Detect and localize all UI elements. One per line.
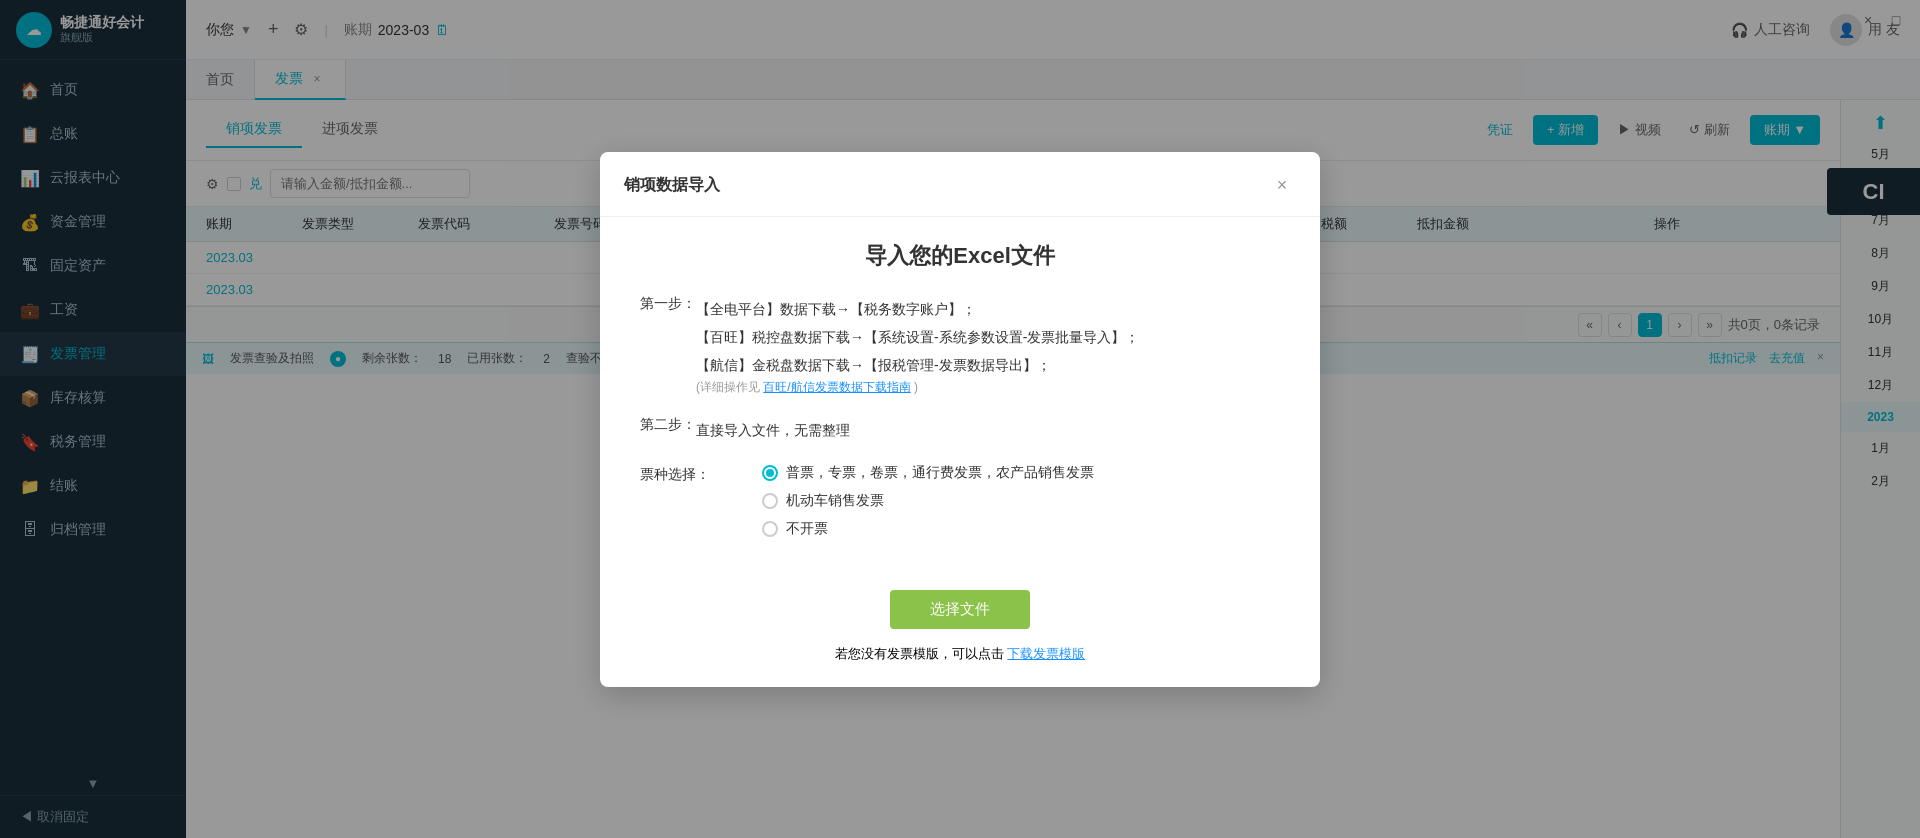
step1-hint-text: (详细操作见 xyxy=(696,380,760,394)
step1-row: 第一步： 【全电平台】数据下载→【税务数字账户】； 【百旺】税控盘数据下载→【系… xyxy=(640,295,1280,396)
modal-header: 销项数据导入 × xyxy=(600,152,1320,217)
modal-close-button[interactable]: × xyxy=(1268,172,1296,200)
step1-hint: (详细操作见 百旺/航信发票数据下载指南 ) xyxy=(696,379,1139,396)
step2-section: 第二步： 直接导入文件，无需整理 xyxy=(640,416,1280,444)
radio-none-circle xyxy=(762,521,778,537)
step1-content: 【全电平台】数据下载→【税务数字账户】； 【百旺】税控盘数据下载→【系统设置-系… xyxy=(696,295,1139,396)
modal-main-title: 导入您的Excel文件 xyxy=(640,241,1280,271)
step1-line-2: 【百旺】税控盘数据下载→【系统设置-系统参数设置-发票批量导入】； xyxy=(696,323,1139,351)
ticket-option-common[interactable]: 普票，专票，卷票，通行费发票，农产品销售发票 xyxy=(762,464,1280,482)
step1-section: 第一步： 【全电平台】数据下载→【税务数字账户】； 【百旺】税控盘数据下载→【系… xyxy=(640,295,1280,396)
import-modal: 销项数据导入 × 导入您的Excel文件 第一步： 【全电平台】数据下载→【税务… xyxy=(600,152,1320,687)
select-file-button[interactable]: 选择文件 xyxy=(890,590,1030,629)
step2-text: 直接导入文件，无需整理 xyxy=(696,416,850,444)
step1-line-1: 【全电平台】数据下载→【税务数字账户】； xyxy=(696,295,1139,323)
ticket-option-none[interactable]: 不开票 xyxy=(762,520,1280,538)
ticket-option-motor[interactable]: 机动车销售发票 xyxy=(762,492,1280,510)
download-template-link[interactable]: 下载发票模版 xyxy=(1007,646,1085,661)
step2-label: 第二步： xyxy=(640,416,696,436)
modal-body: 导入您的Excel文件 第一步： 【全电平台】数据下载→【税务数字账户】； 【百… xyxy=(600,217,1320,590)
step1-label: 第一步： xyxy=(640,295,696,388)
radio-group: 普票，专票，卷票，通行费发票，农产品销售发票 机动车销售发票 不开票 xyxy=(710,464,1280,538)
ticket-option-motor-label: 机动车销售发票 xyxy=(786,492,884,510)
modal-overlay: 销项数据导入 × 导入您的Excel文件 第一步： 【全电平台】数据下载→【税务… xyxy=(0,0,1920,838)
radio-motor-circle xyxy=(762,493,778,509)
modal-footer: 选择文件 若您没有发票模版，可以点击 下载发票模版 xyxy=(600,590,1320,687)
ticket-option-common-label: 普票，专票，卷票，通行费发票，农产品销售发票 xyxy=(786,464,1094,482)
ticket-row: 票种选择： 普票，专票，卷票，通行费发票，农产品销售发票 xyxy=(640,464,1280,538)
footer-note-text: 若您没有发票模版，可以点击 xyxy=(835,646,1004,661)
step2-row: 第二步： 直接导入文件，无需整理 xyxy=(640,416,1280,444)
step1-line-3: 【航信】金税盘数据下载→【报税管理-发票数据导出】； xyxy=(696,351,1139,379)
step1-hint-end: ) xyxy=(914,380,918,394)
radio-common-circle xyxy=(762,465,778,481)
radio-common-dot xyxy=(766,469,774,477)
ticket-label: 票种选择： xyxy=(640,464,710,484)
ticket-option-none-label: 不开票 xyxy=(786,520,828,538)
modal-footer-note-row: 若您没有发票模版，可以点击 下载发票模版 xyxy=(835,645,1086,663)
ticket-options-container: 普票，专票，卷票，通行费发票，农产品销售发票 机动车销售发票 不开票 xyxy=(710,464,1280,538)
ticket-section: 票种选择： 普票，专票，卷票，通行费发票，农产品销售发票 xyxy=(640,464,1280,538)
modal-title: 销项数据导入 xyxy=(624,175,720,196)
step1-guide-link[interactable]: 百旺/航信发票数据下载指南 xyxy=(763,380,910,394)
